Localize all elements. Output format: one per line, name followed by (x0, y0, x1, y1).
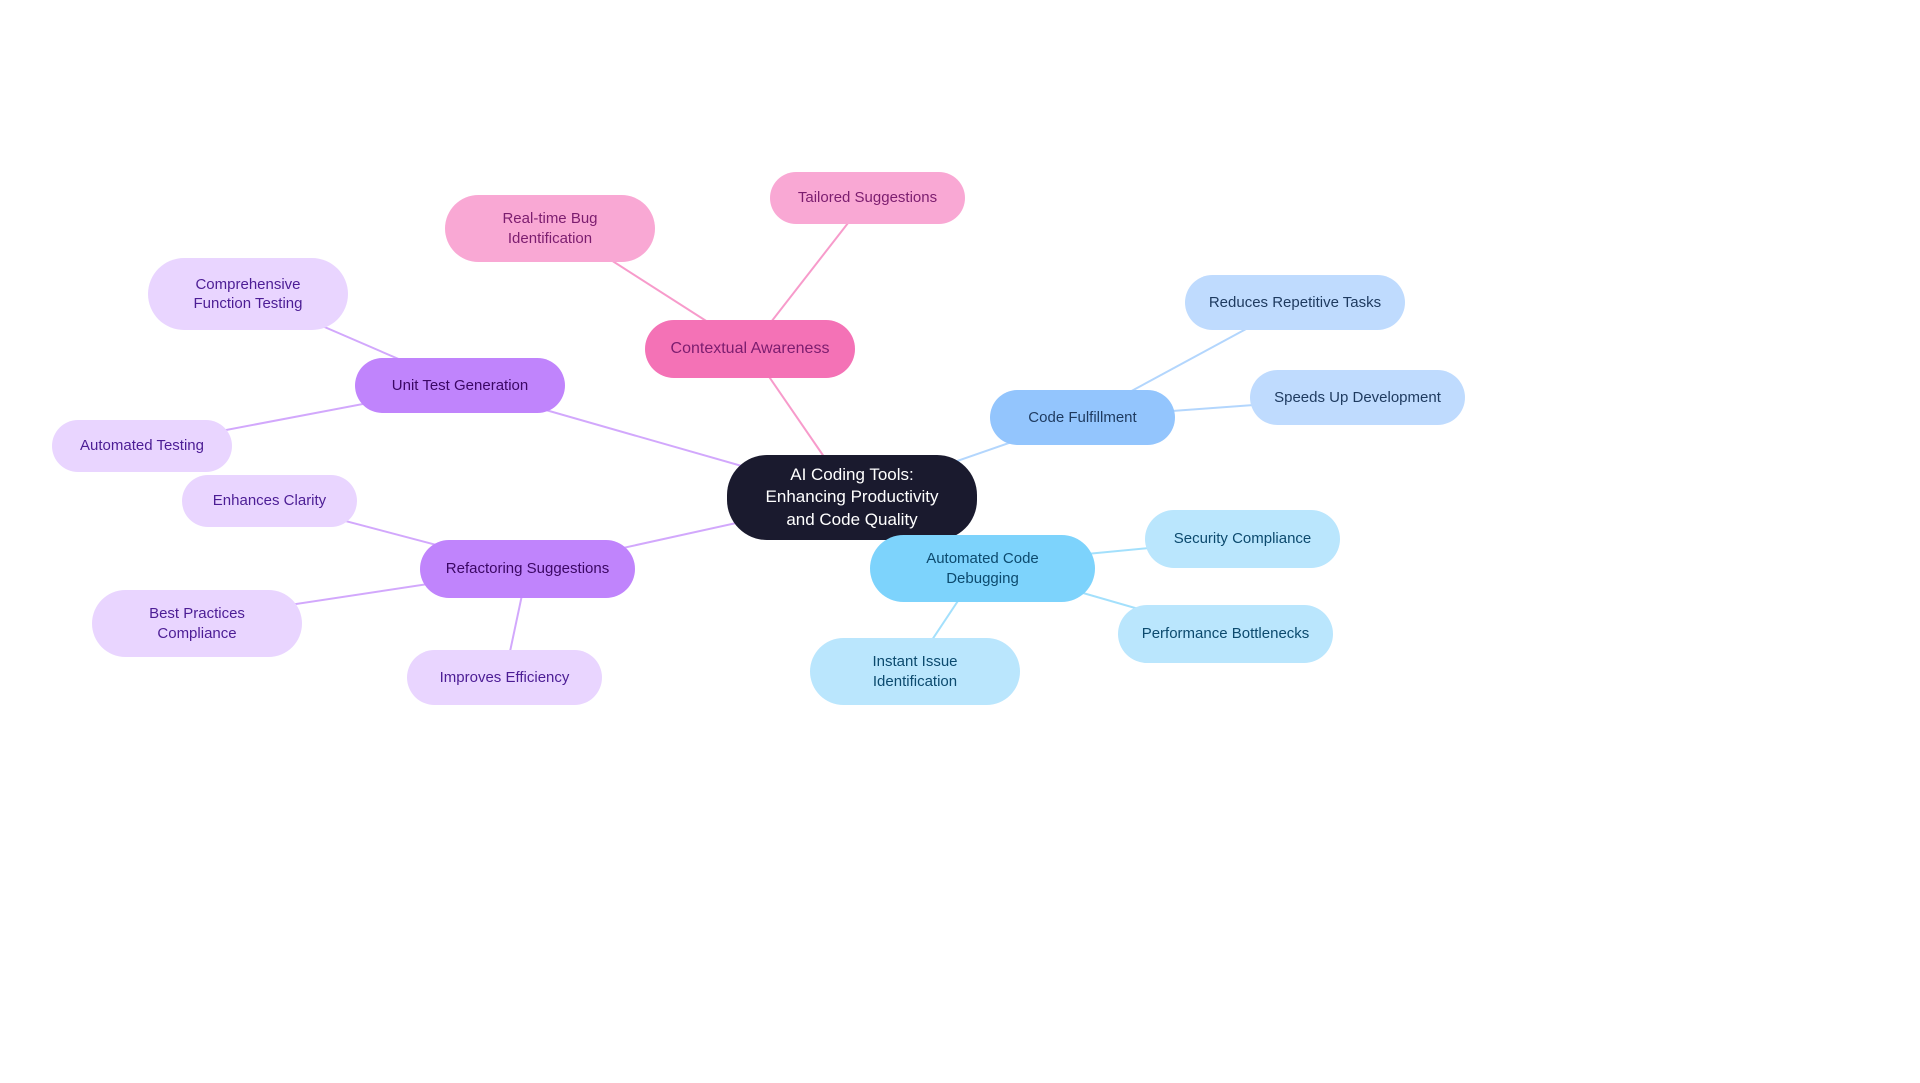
refactoring-suggestions-node: Refactoring Suggestions (420, 540, 635, 598)
automated-code-debug-node: Automated Code Debugging (870, 535, 1095, 602)
security-compliance-node: Security Compliance (1145, 510, 1340, 568)
tailored-suggestions-node: Tailored Suggestions (770, 172, 965, 224)
contextual-awareness-node: Contextual Awareness (645, 320, 855, 378)
instant-issue-node: Instant Issue Identification (810, 638, 1020, 705)
improves-efficiency-node: Improves Efficiency (407, 650, 602, 705)
unit-test-gen-node: Unit Test Generation (355, 358, 565, 413)
enhances-clarity-node: Enhances Clarity (182, 475, 357, 527)
mindmap-container: AI Coding Tools: Enhancing Productivity … (0, 0, 1920, 1083)
code-fulfillment-node: Code Fulfillment (990, 390, 1175, 445)
speeds-up-dev-node: Speeds Up Development (1250, 370, 1465, 425)
reduces-repetitive-node: Reduces Repetitive Tasks (1185, 275, 1405, 330)
comprehensive-func-node: Comprehensive Function Testing (148, 258, 348, 330)
performance-bottlenecks-node: Performance Bottlenecks (1118, 605, 1333, 663)
automated-testing-node: Automated Testing (52, 420, 232, 472)
realtime-bug-node: Real-time Bug Identification (445, 195, 655, 262)
center-node: AI Coding Tools: Enhancing Productivity … (727, 455, 977, 540)
best-practices-node: Best Practices Compliance (92, 590, 302, 657)
